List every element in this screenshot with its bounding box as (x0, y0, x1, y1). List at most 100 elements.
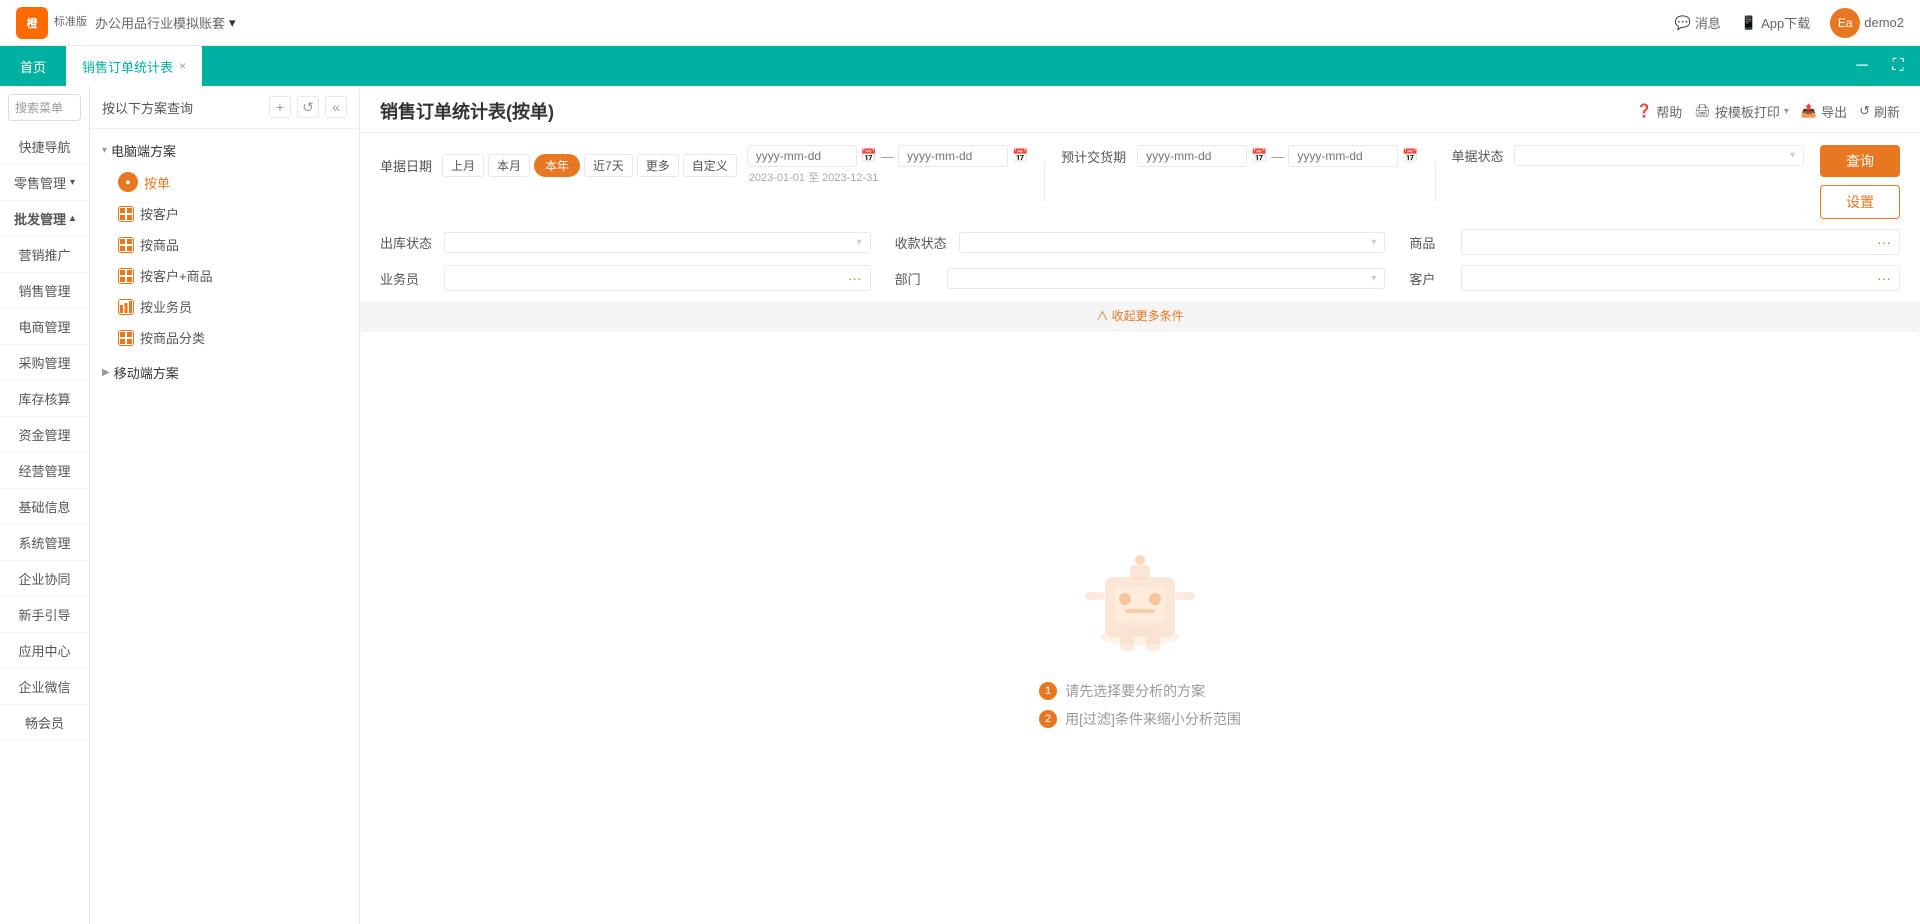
message-btn[interactable]: 💬 消息 (1675, 13, 1721, 32)
sidebar-item-operations[interactable]: 经营管理 (0, 453, 89, 489)
scheme-item-by-customer[interactable]: 按客户 (90, 198, 359, 229)
marketing-label: 营销推广 (18, 245, 70, 264)
tabbar-right: ─ ⛶ (1848, 52, 1920, 80)
app-download-btn[interactable]: 📱 App下载 (1741, 13, 1810, 32)
recent7-btn[interactable]: 近7天 (584, 154, 633, 177)
sidebar-item-sales[interactable]: 销售管理 (0, 273, 89, 309)
message-icon: 💬 (1675, 15, 1691, 31)
collapse-label: ∧ 收起更多条件 (1096, 309, 1183, 323)
product-select[interactable]: ··· (1461, 229, 1900, 255)
scheme-refresh-btn[interactable]: ↺ (297, 96, 319, 118)
cal-icon-pred-end[interactable]: 📅 (1402, 148, 1418, 164)
scheme-item-by-order[interactable]: ● 按单 (90, 166, 359, 198)
status-select[interactable]: ▾ (1514, 145, 1804, 166)
product-dots[interactable]: ··· (1877, 234, 1891, 250)
sidebar-item-basic[interactable]: 基础信息 (0, 489, 89, 525)
scheme-item-by-product[interactable]: 按商品 (90, 229, 359, 260)
scheme-item-by-product-cat[interactable]: 按商品分类 (90, 322, 359, 353)
scheme-item-by-customer-product[interactable]: 按客户+商品 (90, 260, 359, 291)
customer-dots[interactable]: ··· (1877, 270, 1891, 286)
filter-divider-1 (1044, 162, 1045, 202)
salesperson-dots[interactable]: ··· (848, 270, 862, 286)
app-title[interactable]: 办公用品行业模拟账套 ▾ (95, 13, 236, 32)
sidebar-item-enterprise[interactable]: 企业协同 (0, 561, 89, 597)
print-btn[interactable]: 🖨 按模板打印 ▾ (1694, 102, 1789, 121)
search-menu-btn[interactable]: 搜索菜单 (8, 94, 81, 121)
salesperson-select[interactable]: ··· (444, 265, 871, 291)
sidebar-item-inventory[interactable]: 库存核算 (0, 381, 89, 417)
help-btn[interactable]: ❓ 帮助 (1636, 102, 1682, 121)
date-end-input[interactable] (898, 145, 1008, 167)
predicted-start-input[interactable] (1137, 145, 1247, 167)
sidebar-item-purchase[interactable]: 采购管理 (0, 345, 89, 381)
last-month-btn[interactable]: 上月 (442, 154, 484, 177)
user-area[interactable]: Ea demo2 (1830, 8, 1904, 38)
refresh-label: 刷新 (1874, 102, 1900, 121)
scheme-item-by-salesperson[interactable]: 按业务员 (90, 291, 359, 322)
scheme-panel: 按以下方案查询 + ↺ « ▾ 电脑端方案 (90, 86, 360, 924)
search-btn[interactable]: 查询 (1820, 145, 1900, 177)
sidebar-item-appcenter[interactable]: 应用中心 (0, 633, 89, 669)
date-input-area: 📅 — 📅 2023-01-01 至 2023-12-31 (747, 145, 1028, 185)
app-title-arrow[interactable]: ▾ (229, 15, 236, 31)
department-select[interactable]: ▾ (947, 268, 1386, 289)
sidebar: 搜索菜单 快捷导航 零售管理 ▾ 批发管理 ▴ 营销推广 销售管理 电商管理 采… (0, 86, 90, 924)
customer-select[interactable]: ··· (1461, 265, 1900, 291)
cal-icon-end[interactable]: 📅 (1012, 148, 1028, 164)
this-month-btn[interactable]: 本月 (488, 154, 530, 177)
custom-btn[interactable]: 自定义 (683, 154, 737, 177)
sidebar-item-member[interactable]: 畅会员 (0, 705, 89, 741)
sidebar-item-ecommerce[interactable]: 电商管理 (0, 309, 89, 345)
scheme-mobile-group[interactable]: ▶ 移动端方案 (90, 357, 359, 388)
sidebar-item-wholesale[interactable]: 批发管理 ▴ (0, 201, 89, 237)
delivery-select[interactable]: ▾ (444, 232, 871, 253)
sidebar-item-finance[interactable]: 资金管理 (0, 417, 89, 453)
refresh-icon: ↺ (302, 99, 314, 116)
page-title: 销售订单统计表(按单) (380, 98, 554, 124)
topbar: 橙 标准版 办公用品行业模拟账套 ▾ 💬 消息 📱 App下载 Ea demo2 (0, 0, 1920, 46)
tab-active[interactable]: 销售订单统计表 × (66, 46, 202, 86)
export-icon: 📤 (1801, 103, 1817, 119)
sidebar-item-newuser[interactable]: 新手引导 (0, 597, 89, 633)
cal-icon-pred-start[interactable]: 📅 (1251, 148, 1267, 164)
cal-icon-start[interactable]: 📅 (861, 148, 877, 164)
customer-label: 客户 (1409, 269, 1453, 288)
predicted-date-section: 预计交货期 📅 — 📅 (1061, 145, 1418, 167)
predicted-date-label: 预计交货期 (1061, 147, 1131, 166)
main-content: 按以下方案查询 + ↺ « ▾ 电脑端方案 (90, 86, 1920, 924)
sidebar-item-retail[interactable]: 零售管理 ▾ (0, 165, 89, 201)
date-start-input[interactable] (747, 145, 857, 167)
tab-home[interactable]: 首页 (0, 46, 66, 86)
logo-area: 橙 标准版 (16, 7, 87, 39)
collapse-btn[interactable]: ∧ 收起更多条件 (360, 301, 1920, 330)
refresh-btn[interactable]: ↺ 刷新 (1859, 102, 1900, 121)
scheme-item-label-customer: 按客户 (140, 204, 179, 223)
collection-select[interactable]: ▾ (959, 232, 1386, 253)
export-label: 导出 (1821, 102, 1847, 121)
predicted-end-input[interactable] (1288, 145, 1398, 167)
predicted-date-inputs: 📅 — 📅 (1137, 145, 1418, 167)
scheme-add-btn[interactable]: + (269, 96, 291, 118)
sidebar-item-wechat[interactable]: 企业微信 (0, 669, 89, 705)
tree-arrow-icon: ▾ (102, 145, 107, 156)
delivery-chevron: ▾ (857, 237, 862, 248)
tab-minimize-btn[interactable]: ─ (1848, 52, 1876, 80)
tab-maximize-btn[interactable]: ⛶ (1884, 52, 1912, 80)
grid-svg-3 (120, 270, 132, 282)
scheme-collapse-btn[interactable]: « (325, 96, 347, 118)
filter-panel: 单据日期 上月 本月 本年 近7天 更多 自定义 📅 (360, 133, 1920, 331)
sidebar-item-system[interactable]: 系统管理 (0, 525, 89, 561)
more-btn[interactable]: 更多 (637, 154, 679, 177)
this-year-btn[interactable]: 本年 (534, 154, 580, 177)
settings-btn[interactable]: 设置 (1820, 185, 1900, 219)
print-arrow[interactable]: ▾ (1784, 106, 1789, 117)
sidebar-item-quick-nav[interactable]: 快捷导航 (0, 129, 89, 165)
tab-close-icon[interactable]: × (179, 59, 186, 73)
pred-dash: — (1271, 149, 1284, 164)
delivery-label: 出库状态 (380, 233, 436, 252)
export-btn[interactable]: 📤 导出 (1801, 102, 1847, 121)
tip-num-2: 2 (1039, 710, 1057, 728)
filter-row-2: 出库状态 ▾ 收款状态 ▾ 商品 (380, 229, 1900, 255)
scheme-pc-group[interactable]: ▾ 电脑端方案 (90, 135, 359, 166)
sidebar-item-marketing[interactable]: 营销推广 (0, 237, 89, 273)
